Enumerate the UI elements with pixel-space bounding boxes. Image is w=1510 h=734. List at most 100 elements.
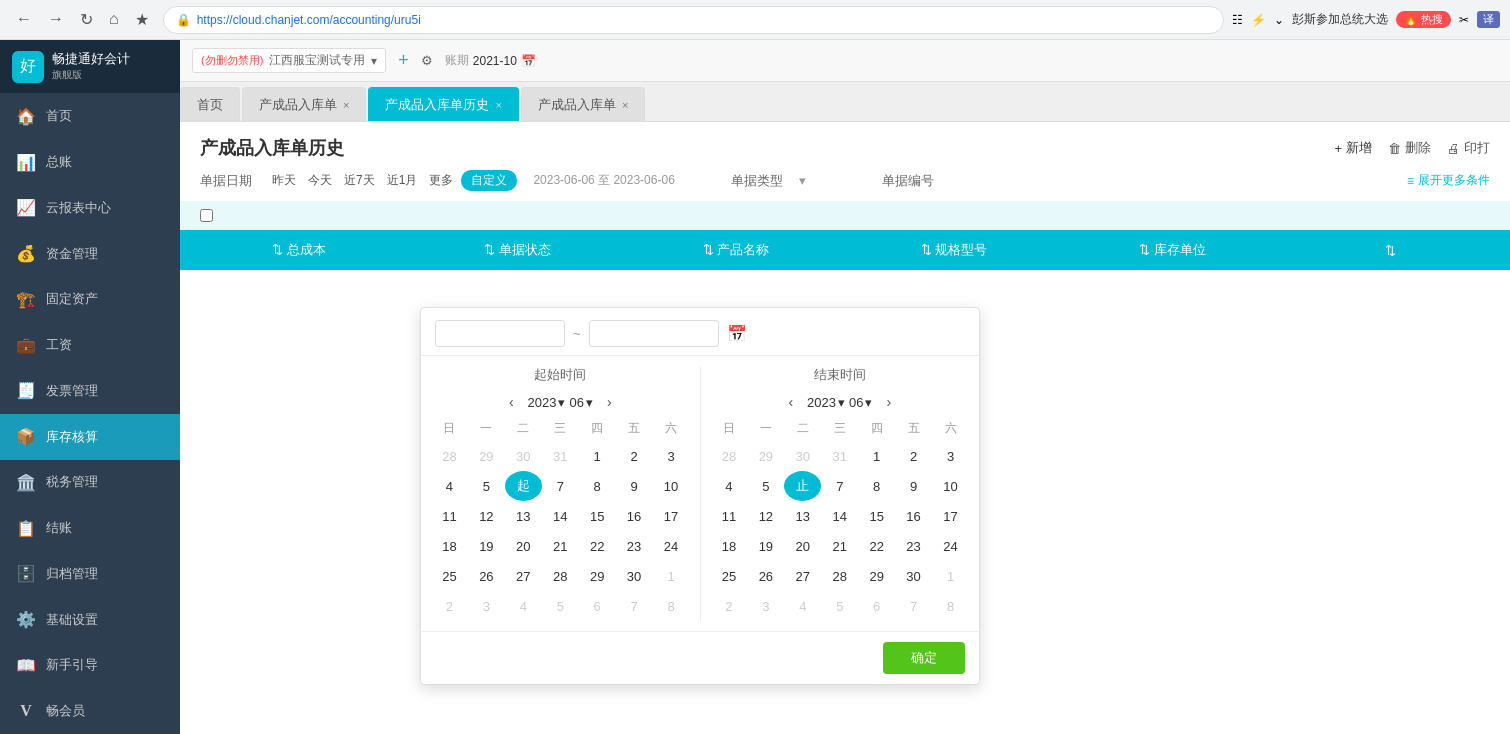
sidebar-item-invoice[interactable]: 🧾 发票管理 <box>0 368 180 414</box>
sidebar-item-ledger[interactable]: 📊 总账 <box>0 139 180 185</box>
cal-day[interactable]: 10 <box>932 471 969 501</box>
cal-day[interactable]: 19 <box>747 531 784 561</box>
start-year-select[interactable]: 2023▾ <box>528 395 566 410</box>
cal-day[interactable]: 8 <box>579 471 616 501</box>
sidebar-item-archive[interactable]: 🗄️ 归档管理 <box>0 551 180 597</box>
select-all-checkbox[interactable] <box>200 209 213 222</box>
cal-day[interactable]: 8 <box>858 471 895 501</box>
cal-day[interactable]: 26 <box>747 561 784 591</box>
cal-day[interactable]: 31 <box>542 441 579 471</box>
cal-day[interactable]: 1 <box>579 441 616 471</box>
cal-day[interactable]: 5 <box>747 471 784 501</box>
cal-day[interactable]: 18 <box>431 531 468 561</box>
cal-day[interactable]: 13 <box>784 501 821 531</box>
cal-day[interactable]: 29 <box>468 441 505 471</box>
type-dropdown-icon[interactable]: ▾ <box>799 173 806 188</box>
add-company-icon[interactable]: + <box>398 50 409 71</box>
cal-day[interactable]: 30 <box>895 561 932 591</box>
cal-day[interactable]: 21 <box>821 531 858 561</box>
back-icon[interactable]: ← <box>10 8 38 31</box>
tab-history-close[interactable]: × <box>495 99 501 111</box>
cal-day[interactable]: 17 <box>653 501 690 531</box>
cal-day[interactable]: 23 <box>616 531 653 561</box>
end-month-select[interactable]: 06▾ <box>849 395 872 410</box>
cal-day[interactable]: 22 <box>858 531 895 561</box>
calendar-icon[interactable]: 📅 <box>521 54 536 68</box>
sidebar-item-funds[interactable]: 💰 资金管理 <box>0 231 180 277</box>
tab-inbound-close[interactable]: × <box>343 99 349 111</box>
cal-day[interactable]: 14 <box>542 501 579 531</box>
sidebar-item-member[interactable]: V 畅会员 <box>0 688 180 734</box>
cal-day[interactable]: 3 <box>932 441 969 471</box>
cal-day[interactable]: 28 <box>821 561 858 591</box>
cal-day[interactable]: 止 <box>784 471 821 501</box>
lightning-icon[interactable]: ⚡ <box>1251 13 1266 27</box>
cal-day[interactable]: 15 <box>579 501 616 531</box>
cal-day[interactable]: 15 <box>858 501 895 531</box>
cal-day[interactable]: 起 <box>505 471 542 501</box>
cal-day[interactable]: 1 <box>858 441 895 471</box>
sidebar-item-tax[interactable]: 🏛️ 税务管理 <box>0 460 180 506</box>
cal-day[interactable]: 20 <box>784 531 821 561</box>
cal-day[interactable]: 7 <box>821 471 858 501</box>
chevron-down-icon[interactable]: ⌄ <box>1274 13 1284 27</box>
shortcut-more[interactable]: 更多 <box>425 170 457 191</box>
cal-day[interactable]: 24 <box>653 531 690 561</box>
cal-day[interactable]: 31 <box>821 441 858 471</box>
company-selector[interactable]: (勿删勿禁用) 江西服宝测试专用 ▾ <box>192 48 386 73</box>
th-status[interactable]: ⇅ 单据状态 <box>408 241 626 259</box>
cal-day[interactable]: 8 <box>653 591 690 621</box>
cal-day[interactable]: 30 <box>616 561 653 591</box>
tab-home[interactable]: 首页 <box>180 87 240 121</box>
cal-day[interactable]: 3 <box>653 441 690 471</box>
th-product-name[interactable]: ⇅ 产品名称 <box>627 241 845 259</box>
browser-nav[interactable]: ← → ↻ ⌂ ★ <box>10 8 155 31</box>
tab-inbound-history[interactable]: 产成品入库单历史 × <box>368 87 518 121</box>
cal-day[interactable]: 21 <box>542 531 579 561</box>
reload-icon[interactable]: ↻ <box>74 8 99 31</box>
cal-day[interactable]: 7 <box>616 591 653 621</box>
cal-day[interactable]: 27 <box>505 561 542 591</box>
start-month-select[interactable]: 06▾ <box>569 395 592 410</box>
tab-inbound[interactable]: 产成品入库单 × <box>242 87 366 121</box>
cal-day[interactable]: 4 <box>711 471 748 501</box>
extensions-icon[interactable]: ☷ <box>1232 13 1243 27</box>
cal-day[interactable]: 8 <box>932 591 969 621</box>
cal-day[interactable]: 20 <box>505 531 542 561</box>
cal-day[interactable]: 5 <box>821 591 858 621</box>
th-total-cost[interactable]: ⇅ 总成本 <box>190 241 408 259</box>
cal-day[interactable]: 16 <box>616 501 653 531</box>
cal-day[interactable]: 26 <box>468 561 505 591</box>
translate-icon[interactable]: 译 <box>1477 11 1500 28</box>
cal-day[interactable]: 3 <box>747 591 784 621</box>
sidebar-item-closing[interactable]: 📋 结账 <box>0 505 180 551</box>
bookmark-icon[interactable]: ★ <box>129 8 155 31</box>
sidebar-item-inventory[interactable]: 📦 库存核算 <box>0 414 180 460</box>
cal-day[interactable]: 5 <box>542 591 579 621</box>
cal-day[interactable]: 1 <box>932 561 969 591</box>
cal-day[interactable]: 28 <box>711 441 748 471</box>
th-more[interactable]: ⇅ <box>1282 243 1500 258</box>
cal-day[interactable]: 25 <box>431 561 468 591</box>
sidebar-item-settings[interactable]: ⚙️ 基础设置 <box>0 597 180 643</box>
cal-day[interactable]: 2 <box>895 441 932 471</box>
cal-day[interactable]: 14 <box>821 501 858 531</box>
cal-day[interactable]: 12 <box>747 501 784 531</box>
cal-day[interactable]: 17 <box>932 501 969 531</box>
end-prev-month[interactable]: ‹ <box>782 392 799 412</box>
cal-day[interactable]: 5 <box>468 471 505 501</box>
cal-day[interactable]: 2 <box>616 441 653 471</box>
cal-day[interactable]: 4 <box>505 591 542 621</box>
sidebar-item-guide[interactable]: 📖 新手引导 <box>0 643 180 689</box>
settings-gear-icon[interactable]: ⚙ <box>421 53 433 68</box>
tab-inbound2[interactable]: 产成品入库单 × <box>521 87 645 121</box>
cal-day[interactable]: 25 <box>711 561 748 591</box>
shortcut-custom[interactable]: 自定义 <box>461 170 517 191</box>
home-icon[interactable]: ⌂ <box>103 8 125 31</box>
calendar-picker-icon[interactable]: 📅 <box>727 324 747 343</box>
cal-day[interactable]: 7 <box>542 471 579 501</box>
shortcut-7days[interactable]: 近7天 <box>340 170 379 191</box>
cut-icon[interactable]: ✂ <box>1459 13 1469 27</box>
add-button[interactable]: + 新增 <box>1334 139 1372 157</box>
sidebar-item-salary[interactable]: 💼 工资 <box>0 322 180 368</box>
